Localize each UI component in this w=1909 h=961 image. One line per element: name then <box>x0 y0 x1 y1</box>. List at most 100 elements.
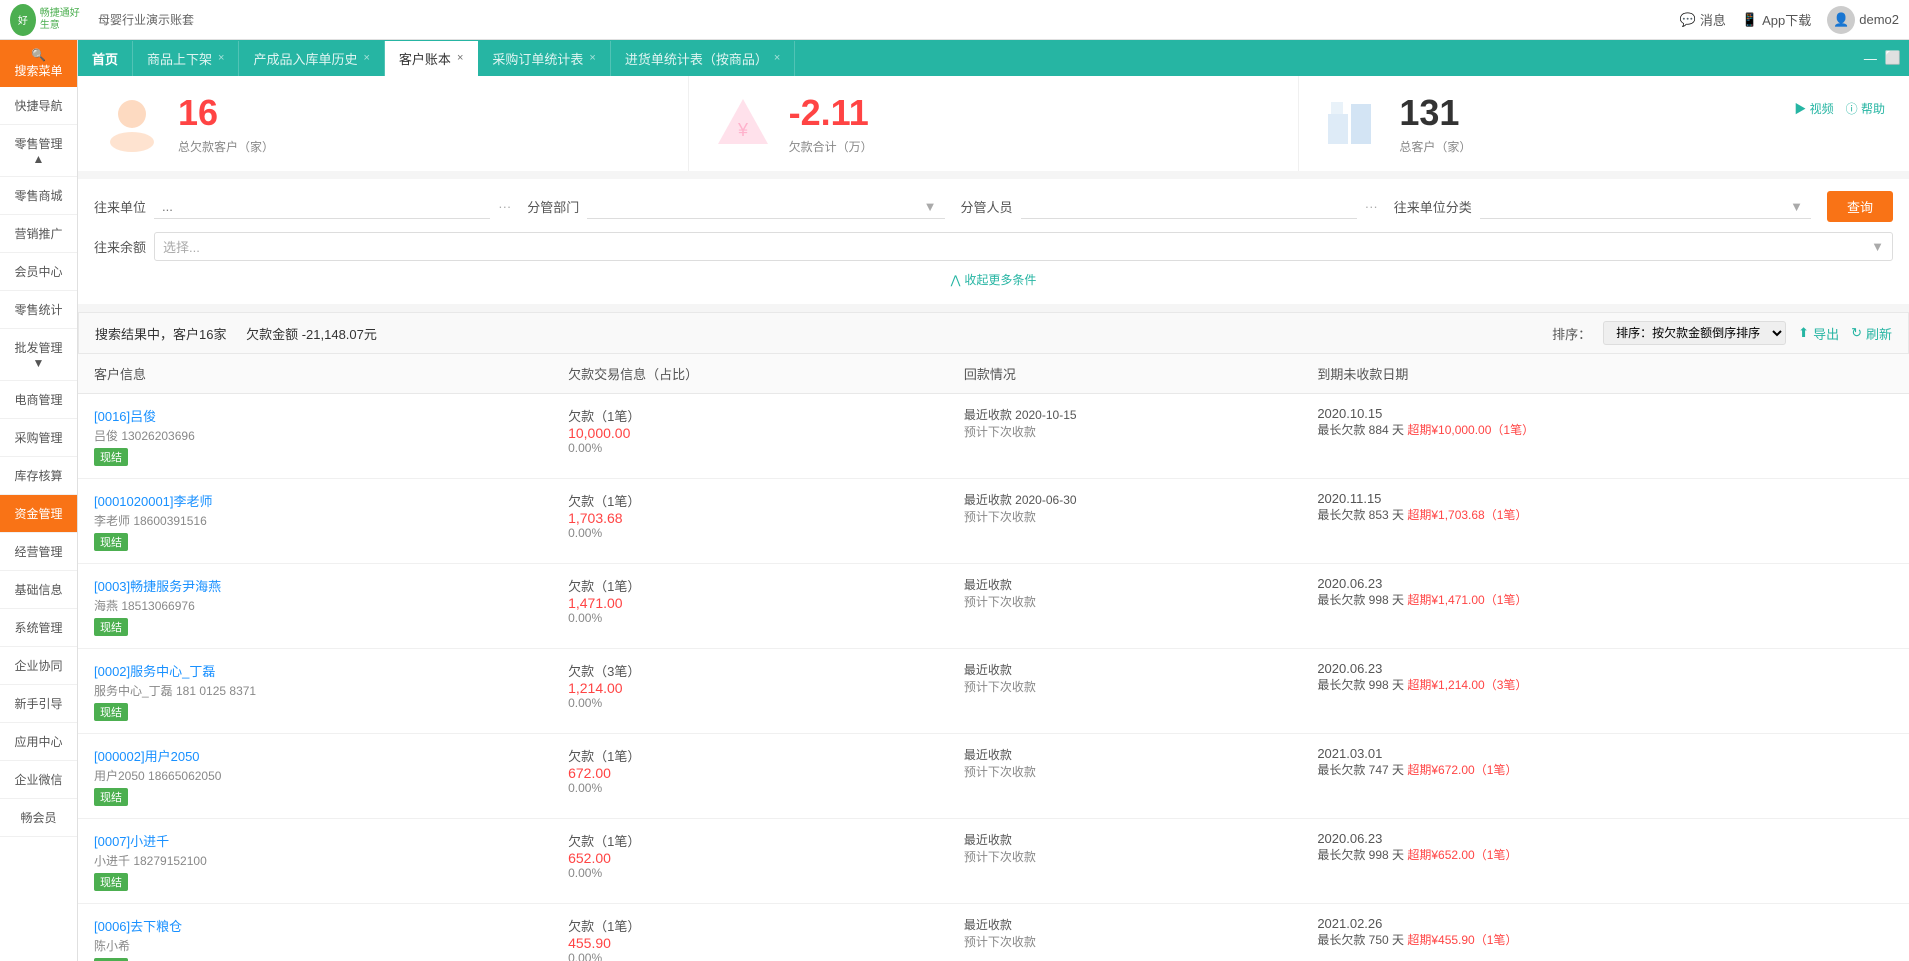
top-right-actions: 💬 消息 📱 App下载 👤 demo2 <box>1680 6 1899 34</box>
sidebar-item-finance-mgmt[interactable]: 资金管理 <box>0 495 77 533</box>
sidebar-item-purchase-mgmt[interactable]: 采购管理 <box>0 419 77 457</box>
sidebar-item-member-center[interactable]: 会员中心 <box>0 253 77 291</box>
overdue-days-0: 最长欠款 884 天 超期¥10,000.00（1笔） <box>1317 421 1893 438</box>
store-selector[interactable]: 母婴行业演示账套 <box>98 11 194 28</box>
overdue-amount-1[interactable]: 超期¥1,703.68（1笔） <box>1407 508 1527 522</box>
customer-name-6[interactable]: [0006]去下粮仓 <box>94 916 536 935</box>
refresh-icon: ↻ <box>1851 325 1862 341</box>
debt-amount-2[interactable]: 1,471.00 <box>568 595 932 611</box>
balance-dropdown-icon[interactable]: ▼ <box>1871 239 1884 254</box>
sidebar-item-corp-wechat[interactable]: 企业微信 <box>0 761 77 799</box>
sidebar-item-retail-stats[interactable]: 零售统计 <box>0 291 77 329</box>
sidebar-item-newbie[interactable]: 新手引导 <box>0 685 77 723</box>
debt-amount-1[interactable]: 1,703.68 <box>568 510 932 526</box>
cell-customer-info-3: [0002]服务中心_丁磊 服务中心_丁磊 181 0125 8371 现结 <box>78 649 552 734</box>
minimize-icon[interactable]: — <box>1864 51 1877 66</box>
sidebar-item-inventory[interactable]: 库存核算 <box>0 457 77 495</box>
sidebar-item-app-center[interactable]: 应用中心 <box>0 723 77 761</box>
video-link[interactable]: ▶ 视频 <box>1794 100 1833 117</box>
dept-dropdown-icon[interactable]: ▼ <box>924 199 937 214</box>
from-unit-dots[interactable]: ··· <box>498 199 511 214</box>
tab-product-listing[interactable]: 商品上下架 × <box>133 41 239 76</box>
debt-amount-4[interactable]: 672.00 <box>568 765 932 781</box>
customer-contact-6: 陈小希 <box>94 937 536 954</box>
close-tab-production-history[interactable]: × <box>363 52 369 64</box>
sort-select[interactable]: 排序：按欠款金额倒序排序 <box>1603 321 1786 345</box>
customer-tag-4: 现结 <box>94 788 128 806</box>
customer-name-1[interactable]: [0001020001]李老师 <box>94 491 536 510</box>
stat-info-debt-customers: 16 总欠款客户（家） <box>178 92 274 155</box>
user-menu[interactable]: 👤 demo2 <box>1827 6 1899 34</box>
customer-name-4[interactable]: [000002]用户2050 <box>94 746 536 765</box>
sidebar-item-ecom-mgmt[interactable]: 电商管理 <box>0 381 77 419</box>
search-icon: 🔍 <box>4 48 73 62</box>
from-unit-input[interactable] <box>154 195 490 219</box>
col-collection: 回款情况 <box>948 354 1301 394</box>
cell-debt-info-3: 欠款（3笔） 1,214.00 0.00% <box>552 649 948 734</box>
overdue-amount-3[interactable]: 超期¥1,214.00（3笔） <box>1407 678 1527 692</box>
query-button[interactable]: 查询 <box>1827 191 1893 222</box>
debt-count-3: 欠款（3笔） <box>568 661 932 680</box>
close-tab-purchase-product-stats[interactable]: × <box>774 52 780 64</box>
overdue-days-6: 最长欠款 750 天 超期¥455.90（1笔） <box>1317 931 1893 948</box>
customer-name-2[interactable]: [0003]畅捷服务尹海燕 <box>94 576 536 595</box>
sidebar-item-quick-nav[interactable]: 快捷导航 <box>0 87 77 125</box>
tab-customer-account[interactable]: 客户账本 × <box>385 41 478 76</box>
debt-amount-3[interactable]: 1,214.00 <box>568 680 932 696</box>
sidebar-item-batch-mgmt[interactable]: 批发管理 ▼ <box>0 329 77 381</box>
unit-category-dropdown-icon[interactable]: ▼ <box>1790 199 1803 214</box>
overdue-amount-5[interactable]: 超期¥652.00（1笔） <box>1407 848 1517 862</box>
tab-production-history[interactable]: 产成品入库单历史 × <box>239 41 384 76</box>
message-btn[interactable]: 💬 消息 <box>1680 10 1726 29</box>
filter-from-unit: 往来单位 ··· <box>94 195 511 219</box>
app-download-btn[interactable]: 📱 App下载 <box>1742 10 1811 29</box>
sidebar-item-vip-member[interactable]: 畅会员 <box>0 799 77 837</box>
overdue-amount-4[interactable]: 超期¥672.00（1笔） <box>1407 763 1517 777</box>
sidebar-item-biz-mgmt[interactable]: 经营管理 <box>0 533 77 571</box>
cell-debt-info-2: 欠款（1笔） 1,471.00 0.00% <box>552 564 948 649</box>
close-tab-product-listing[interactable]: × <box>218 52 224 64</box>
help-link[interactable]: ⓘ 帮助 <box>1846 100 1885 117</box>
tab-purchase-product-stats[interactable]: 进货单统计表（按商品） × <box>611 41 795 76</box>
filter-balance: 往来余额 选择... ▼ <box>94 232 1893 261</box>
customer-name-5[interactable]: [0007]小进千 <box>94 831 536 850</box>
collapse-filters-btn[interactable]: ⋀ 收起更多条件 <box>94 271 1893 288</box>
sidebar-item-sys-mgmt[interactable]: 系统管理 <box>0 609 77 647</box>
debt-amount-6[interactable]: 455.90 <box>568 935 932 951</box>
overdue-amount-6[interactable]: 超期¥455.90（1笔） <box>1407 933 1517 947</box>
sidebar-item-enterprise[interactable]: 企业协同 <box>0 647 77 685</box>
person-label: 分管人员 <box>961 197 1013 216</box>
overdue-amount-2[interactable]: 超期¥1,471.00（1笔） <box>1407 593 1527 607</box>
debt-amount-5[interactable]: 652.00 <box>568 850 932 866</box>
maximize-icon[interactable]: ⬜ <box>1885 50 1901 66</box>
person-input[interactable] <box>1021 195 1357 219</box>
filter-row-2: 往来余额 选择... ▼ <box>94 232 1893 261</box>
close-tab-purchase-stats[interactable]: × <box>589 52 595 64</box>
debt-total-number: -2.11 <box>789 92 873 134</box>
last-collect-0: 最近收款 2020-10-15 <box>964 406 1285 423</box>
cell-due-date-5: 2020.06.23 最长欠款 998 天 超期¥652.00（1笔） <box>1301 819 1909 904</box>
tab-home[interactable]: 首页 <box>78 41 133 76</box>
customer-name-3[interactable]: [0002]服务中心_丁磊 <box>94 661 536 680</box>
sidebar-item-retail-mall[interactable]: 零售商城 <box>0 177 77 215</box>
sidebar-item-basic-info[interactable]: 基础信息 <box>0 571 77 609</box>
sidebar-item-retail-mgmt[interactable]: 零售管理 ▲ <box>0 125 77 177</box>
tab-purchase-stats[interactable]: 采购订单统计表 × <box>478 41 610 76</box>
filter-unit-category: 往来单位分类 ▼ <box>1394 195 1811 219</box>
refresh-btn[interactable]: ↻ 刷新 <box>1851 324 1892 343</box>
table-row: [0016]吕俊 吕俊 13026203696 现结 欠款（1笔） 10,000… <box>78 394 1909 479</box>
export-btn[interactable]: ⬆ 导出 <box>1798 324 1839 343</box>
person-dots[interactable]: ··· <box>1365 199 1378 214</box>
customer-contact-5: 小进千 18279152100 <box>94 852 536 869</box>
customer-name-0[interactable]: [0016]吕俊 <box>94 406 536 425</box>
close-tab-customer-account[interactable]: × <box>457 52 463 64</box>
sidebar-item-marketing[interactable]: 营销推广 <box>0 215 77 253</box>
debt-amount-0[interactable]: 10,000.00 <box>568 425 932 441</box>
unit-category-label: 往来单位分类 <box>1394 197 1472 216</box>
last-collect-3: 最近收款 <box>964 661 1285 678</box>
balance-label: 往来余额 <box>94 237 146 256</box>
overdue-amount-0[interactable]: 超期¥10,000.00（1笔） <box>1407 423 1534 437</box>
search-menu-btn[interactable]: 🔍 搜索菜单 <box>0 40 77 87</box>
overdue-days-5: 最长欠款 998 天 超期¥652.00（1笔） <box>1317 846 1893 863</box>
cell-collection-3: 最近收款 预计下次收款 <box>948 649 1301 734</box>
